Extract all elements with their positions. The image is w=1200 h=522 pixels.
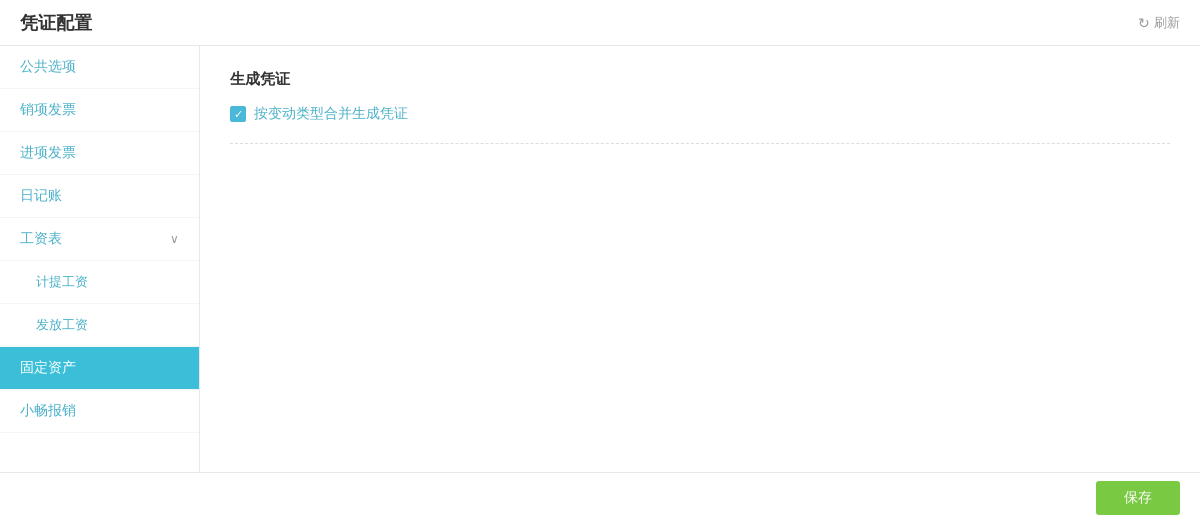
section-title: 生成凭证 [230, 70, 1170, 89]
refresh-icon: ↻ [1138, 15, 1150, 31]
merge-by-type-checkbox[interactable]: ✓ [230, 106, 246, 122]
footer: 保存 [0, 472, 1200, 522]
chevron-down-icon: ∨ [170, 232, 179, 246]
sidebar-item-salary-disbursement[interactable]: 发放工资 [0, 304, 199, 347]
sidebar-item-payroll-table[interactable]: 工资表 ∨ [0, 218, 199, 261]
sidebar-item-label: 小畅报销 [20, 402, 76, 420]
save-button[interactable]: 保存 [1096, 481, 1180, 515]
divider [230, 143, 1170, 144]
sidebar-item-expense-report[interactable]: 小畅报销 [0, 390, 199, 433]
sidebar-item-label: 固定资产 [20, 359, 76, 377]
refresh-label: 刷新 [1154, 14, 1180, 32]
sidebar-item-label: 公共选项 [20, 58, 76, 76]
content-area: 生成凭证 ✓ 按变动类型合并生成凭证 [200, 46, 1200, 472]
sidebar-item-label: 发放工资 [36, 316, 88, 334]
check-mark-icon: ✓ [234, 109, 243, 120]
sidebar-item-label: 进项发票 [20, 144, 76, 162]
sidebar: 公共选项销项发票进项发票日记账工资表 ∨ 计提工资发放工资固定资产小畅报销 [0, 46, 200, 472]
checkbox-row: ✓ 按变动类型合并生成凭证 [230, 105, 1170, 123]
sidebar-item-label: 日记账 [20, 187, 62, 205]
header: 凭证配置 ↻ 刷新 [0, 0, 1200, 46]
sidebar-item-journal[interactable]: 日记账 [0, 175, 199, 218]
sidebar-item-fixed-assets[interactable]: 固定资产 [0, 347, 199, 390]
sidebar-item-sales-invoice[interactable]: 销项发票 [0, 89, 199, 132]
sidebar-item-label: 工资表 [20, 230, 62, 248]
sidebar-item-salary-provision[interactable]: 计提工资 [0, 261, 199, 304]
sidebar-item-purchase-invoice[interactable]: 进项发票 [0, 132, 199, 175]
page-title: 凭证配置 [20, 11, 92, 35]
sidebar-item-label: 计提工资 [36, 273, 88, 291]
sidebar-item-label: 销项发票 [20, 101, 76, 119]
main-layout: 公共选项销项发票进项发票日记账工资表 ∨ 计提工资发放工资固定资产小畅报销 生成凭证… [0, 46, 1200, 472]
refresh-button[interactable]: ↻ 刷新 [1138, 14, 1180, 32]
checkbox-label[interactable]: 按变动类型合并生成凭证 [254, 105, 408, 123]
sidebar-item-public-options[interactable]: 公共选项 [0, 46, 199, 89]
